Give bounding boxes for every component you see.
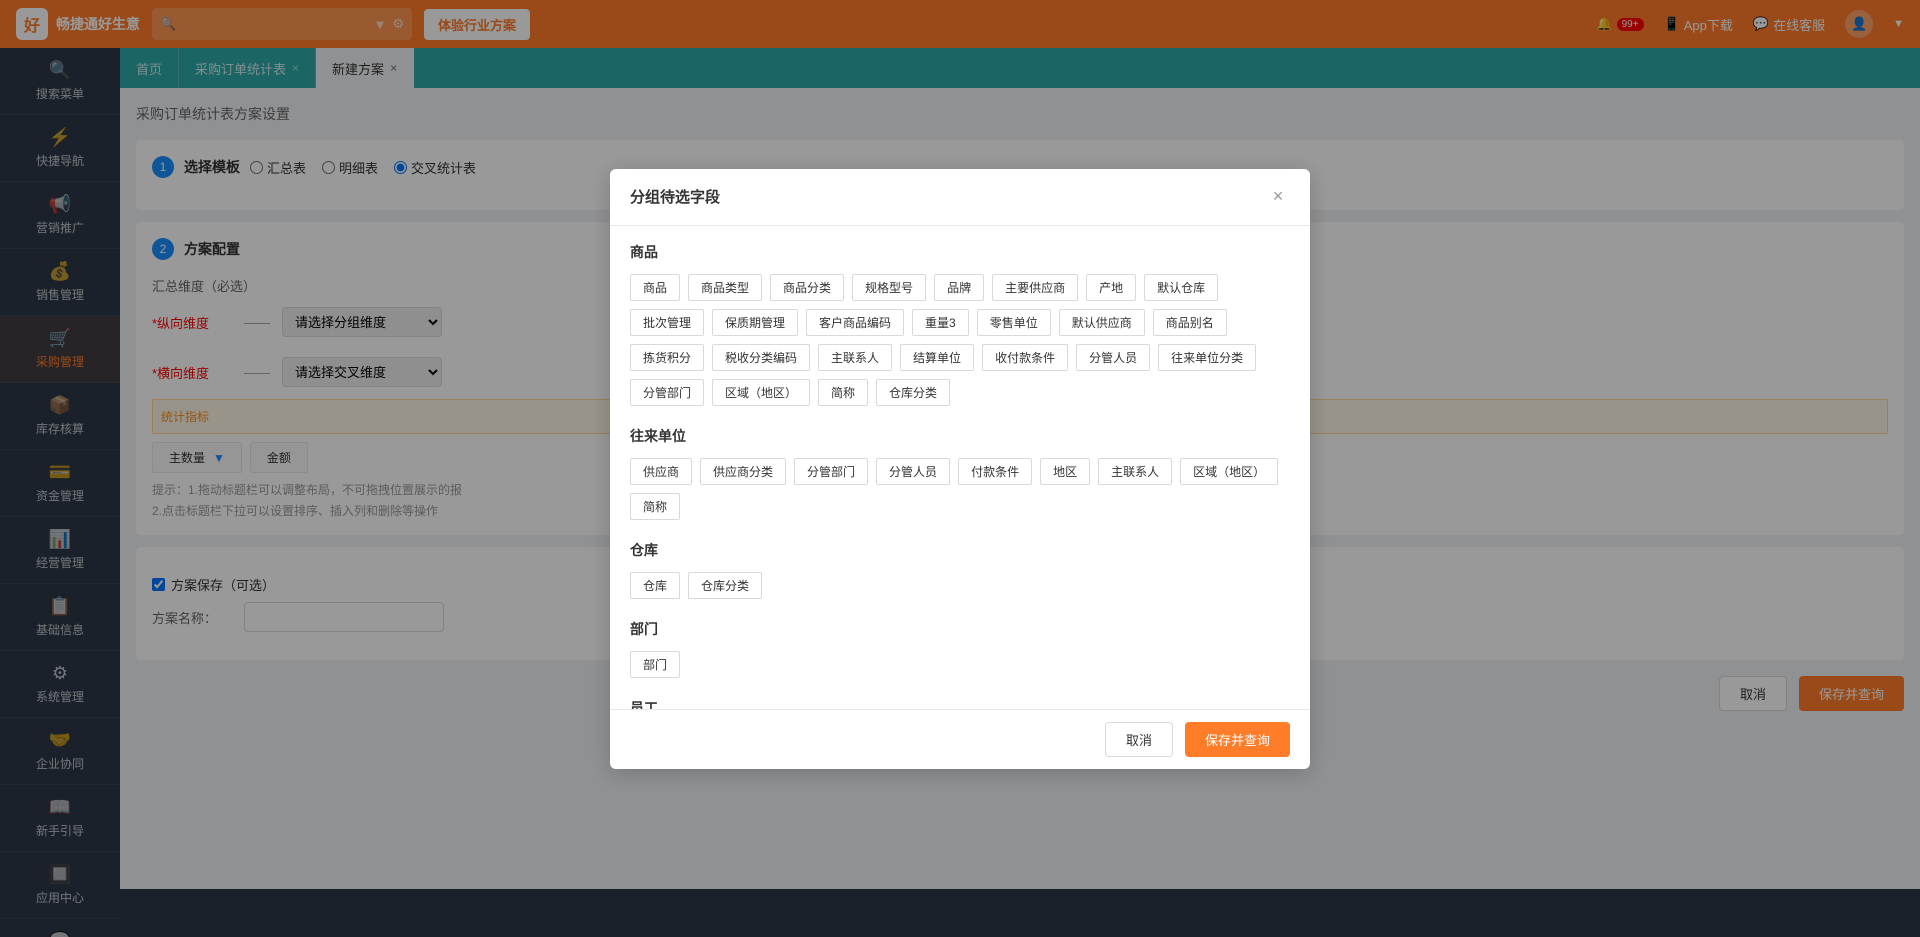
tag-goods-23[interactable]: 分管部门 [630, 379, 704, 406]
tag-cp-8[interactable]: 区域（地区） [1180, 458, 1278, 485]
tag-goods-7[interactable]: 产地 [1086, 274, 1136, 301]
tag-goods-21[interactable]: 分管人员 [1076, 344, 1150, 371]
tag-wh-2[interactable]: 仓库分类 [688, 572, 762, 599]
tag-cp-7[interactable]: 主联系人 [1098, 458, 1172, 485]
tag-goods-8[interactable]: 默认仓库 [1144, 274, 1218, 301]
tag-goods-25[interactable]: 简称 [818, 379, 868, 406]
tag-goods-1[interactable]: 商品 [630, 274, 680, 301]
tag-goods-10[interactable]: 保质期管理 [712, 309, 798, 336]
tag-cp-3[interactable]: 分管部门 [794, 458, 868, 485]
dept-tags: 部门 [630, 651, 1290, 678]
tag-goods-3[interactable]: 商品分类 [770, 274, 844, 301]
field-select-modal: 分组待选字段 × 商品 商品 商品类型 商品分类 规格型号 品牌 主要供应商 产… [610, 169, 1310, 769]
section-goods-title: 商品 [630, 242, 1290, 262]
modal-header: 分组待选字段 × [610, 169, 1310, 226]
tag-cp-1[interactable]: 供应商 [630, 458, 692, 485]
tag-goods-9[interactable]: 批次管理 [630, 309, 704, 336]
tag-goods-12[interactable]: 重量3 [912, 309, 969, 336]
section-warehouse: 仓库 仓库 仓库分类 [630, 540, 1290, 599]
tag-dept-1[interactable]: 部门 [630, 651, 680, 678]
tag-goods-24[interactable]: 区域（地区） [712, 379, 810, 406]
modal-save-btn[interactable]: 保存并查询 [1185, 722, 1290, 757]
modal-title: 分组待选字段 [630, 186, 720, 207]
modal-overlay: 分组待选字段 × 商品 商品 商品类型 商品分类 规格型号 品牌 主要供应商 产… [0, 0, 1920, 937]
modal-cancel-btn[interactable]: 取消 [1105, 722, 1173, 757]
tag-goods-19[interactable]: 结算单位 [900, 344, 974, 371]
tag-goods-14[interactable]: 默认供应商 [1059, 309, 1145, 336]
modal-close-btn[interactable]: × [1266, 185, 1290, 209]
tag-goods-17[interactable]: 税收分类编码 [712, 344, 810, 371]
tag-cp-2[interactable]: 供应商分类 [700, 458, 786, 485]
tag-cp-9[interactable]: 简称 [630, 493, 680, 520]
section-emp-title: 员工 [630, 698, 1290, 709]
section-counterpart: 往来单位 供应商 供应商分类 分管部门 分管人员 付款条件 地区 主联系人 区域… [630, 426, 1290, 520]
goods-tags: 商品 商品类型 商品分类 规格型号 品牌 主要供应商 产地 默认仓库 批次管理 … [630, 274, 1290, 406]
tag-goods-2[interactable]: 商品类型 [688, 274, 762, 301]
tag-goods-5[interactable]: 品牌 [934, 274, 984, 301]
tag-goods-16[interactable]: 拣货积分 [630, 344, 704, 371]
section-department: 部门 部门 [630, 619, 1290, 678]
section-warehouse-title: 仓库 [630, 540, 1290, 560]
section-dept-title: 部门 [630, 619, 1290, 639]
modal-body: 商品 商品 商品类型 商品分类 规格型号 品牌 主要供应商 产地 默认仓库 批次… [610, 226, 1310, 709]
warehouse-tags: 仓库 仓库分类 [630, 572, 1290, 599]
tag-goods-18[interactable]: 主联系人 [818, 344, 892, 371]
tag-cp-4[interactable]: 分管人员 [876, 458, 950, 485]
modal-footer: 取消 保存并查询 [610, 709, 1310, 769]
counterpart-tags: 供应商 供应商分类 分管部门 分管人员 付款条件 地区 主联系人 区域（地区） … [630, 458, 1290, 520]
tag-goods-15[interactable]: 商品别名 [1153, 309, 1227, 336]
tag-cp-5[interactable]: 付款条件 [958, 458, 1032, 485]
section-employee: 员工 业务员 [630, 698, 1290, 709]
tag-wh-1[interactable]: 仓库 [630, 572, 680, 599]
section-goods: 商品 商品 商品类型 商品分类 规格型号 品牌 主要供应商 产地 默认仓库 批次… [630, 242, 1290, 406]
tag-goods-13[interactable]: 零售单位 [977, 309, 1051, 336]
tag-goods-11[interactable]: 客户商品编码 [806, 309, 904, 336]
tag-cp-6[interactable]: 地区 [1040, 458, 1090, 485]
tag-goods-6[interactable]: 主要供应商 [992, 274, 1078, 301]
section-counterpart-title: 往来单位 [630, 426, 1290, 446]
tag-goods-22[interactable]: 往来单位分类 [1158, 344, 1256, 371]
tag-goods-26[interactable]: 仓库分类 [876, 379, 950, 406]
tag-goods-20[interactable]: 收付款条件 [982, 344, 1068, 371]
tag-goods-4[interactable]: 规格型号 [852, 274, 926, 301]
